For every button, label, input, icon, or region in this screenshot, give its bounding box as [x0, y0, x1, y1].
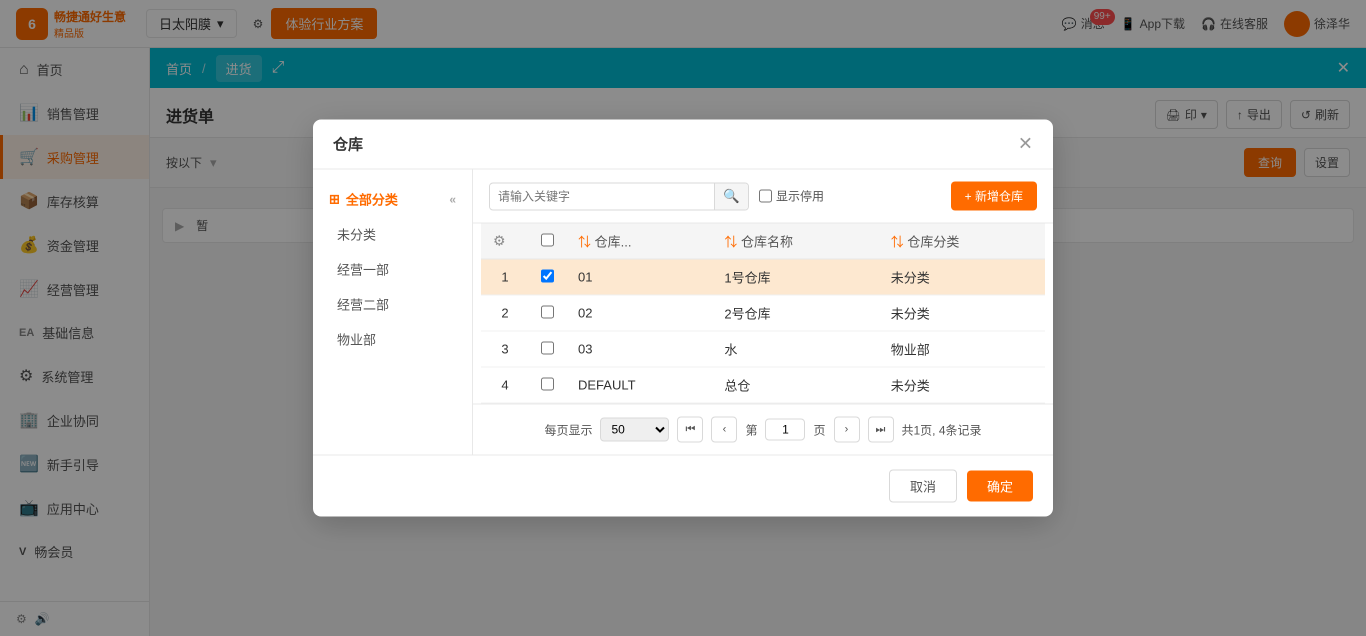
col-header-check	[529, 224, 566, 260]
cell-name: 2号仓库	[712, 295, 878, 331]
select-all-checkbox[interactable]	[541, 233, 554, 246]
row-checkbox[interactable]	[541, 305, 554, 318]
cell-check[interactable]	[529, 331, 566, 367]
cell-check[interactable]	[529, 367, 566, 403]
next-page-btn[interactable]: ›	[834, 417, 860, 443]
category-item-dept1[interactable]: 经营一部	[313, 252, 472, 287]
category-item-uncategorized[interactable]: 未分类	[313, 217, 472, 252]
warehouse-table-container: ⚙ ⇅ 仓库... ⇅ 仓库名称	[473, 224, 1053, 404]
col-header-num: ⚙	[481, 224, 529, 260]
cell-num: 4	[481, 367, 529, 403]
cell-name: 水	[712, 331, 878, 367]
all-category-label: 全部分类	[346, 190, 398, 209]
category-all[interactable]: ⊞ 全部分类 «	[313, 182, 472, 217]
search-button[interactable]: 🔍	[714, 183, 748, 209]
cell-category: 未分类	[879, 295, 1045, 331]
cell-name: 总仓	[712, 367, 878, 403]
sort-icon-name: ⇅	[724, 235, 737, 250]
table-header-row: ⚙ ⇅ 仓库... ⇅ 仓库名称	[481, 224, 1045, 260]
cell-name: 1号仓库	[712, 259, 878, 295]
warehouse-table: ⚙ ⇅ 仓库... ⇅ 仓库名称	[481, 224, 1045, 404]
col-header-category: ⇅ 仓库分类	[879, 224, 1045, 260]
table-row[interactable]: 1 01 1号仓库 未分类	[481, 259, 1045, 295]
row-checkbox[interactable]	[541, 377, 554, 390]
pagination: 每页显示 50 100 200 ⏮ ‹ 第 页 › ⏭ 共1页, 4条记录	[473, 404, 1053, 455]
category-collapse-btn[interactable]: «	[449, 192, 456, 206]
page-number-input[interactable]	[765, 419, 805, 441]
prev-page-btn[interactable]: ‹	[711, 417, 737, 443]
cell-category: 未分类	[879, 367, 1045, 403]
confirm-button[interactable]: 确定	[967, 471, 1033, 502]
cell-code: 03	[566, 331, 712, 367]
sort-icon-cat: ⇅	[891, 235, 904, 250]
category-item-property[interactable]: 物业部	[313, 322, 472, 357]
cell-code: 02	[566, 295, 712, 331]
grid-icon: ⊞	[329, 191, 340, 207]
per-page-label: 每页显示	[544, 421, 592, 438]
category-item-dept2[interactable]: 经营二部	[313, 287, 472, 322]
cell-num: 3	[481, 331, 529, 367]
table-row[interactable]: 3 03 水 物业部	[481, 331, 1045, 367]
table-row[interactable]: 4 DEFAULT 总仓 未分类	[481, 367, 1045, 403]
row-checkbox[interactable]	[541, 269, 554, 282]
search-box: 🔍	[489, 182, 749, 210]
add-warehouse-button[interactable]: + 新增仓库	[951, 182, 1037, 211]
modal-footer: 取消 确定	[313, 455, 1053, 517]
modal-title: 仓库	[333, 134, 363, 155]
cell-category: 物业部	[879, 331, 1045, 367]
show-disabled-text: 显示停用	[776, 188, 824, 205]
row-checkbox[interactable]	[541, 341, 554, 354]
show-disabled-label[interactable]: 显示停用	[759, 188, 824, 205]
search-icon: 🔍	[723, 188, 740, 203]
modal-body: ⊞ 全部分类 « 未分类 经营一部 经营二部 物业部 🔍	[313, 170, 1053, 455]
col-gear-icon[interactable]: ⚙	[493, 233, 506, 249]
modal-toolbar: 🔍 显示停用 + 新增仓库	[473, 170, 1053, 224]
col-header-code: ⇅ 仓库...	[566, 224, 712, 260]
cell-category: 未分类	[879, 259, 1045, 295]
page-label: 第	[745, 421, 757, 438]
sort-icon: ⇅	[578, 235, 591, 250]
cancel-button[interactable]: 取消	[889, 470, 957, 503]
page-size-select[interactable]: 50 100 200	[600, 418, 669, 442]
cell-num: 1	[481, 259, 529, 295]
warehouse-modal: 仓库 ✕ ⊞ 全部分类 « 未分类 经营一部 经营二部 物业部 🔍	[313, 120, 1053, 517]
search-input[interactable]	[490, 184, 714, 208]
cell-code: 01	[566, 259, 712, 295]
cell-num: 2	[481, 295, 529, 331]
cell-check[interactable]	[529, 259, 566, 295]
col-header-name: ⇅ 仓库名称	[712, 224, 878, 260]
modal-close-button[interactable]: ✕	[1018, 134, 1033, 155]
cell-check[interactable]	[529, 295, 566, 331]
show-disabled-checkbox[interactable]	[759, 190, 772, 203]
total-records: 共1页, 4条记录	[902, 421, 982, 438]
modal-header: 仓库 ✕	[313, 120, 1053, 170]
modal-main-content: 🔍 显示停用 + 新增仓库 ⚙	[473, 170, 1053, 455]
page-unit: 页	[813, 421, 825, 438]
last-page-btn[interactable]: ⏭	[868, 417, 894, 443]
first-page-btn[interactable]: ⏮	[677, 417, 703, 443]
table-row[interactable]: 2 02 2号仓库 未分类	[481, 295, 1045, 331]
modal-category-sidebar: ⊞ 全部分类 « 未分类 经营一部 经营二部 物业部	[313, 170, 473, 455]
cell-code: DEFAULT	[566, 367, 712, 403]
